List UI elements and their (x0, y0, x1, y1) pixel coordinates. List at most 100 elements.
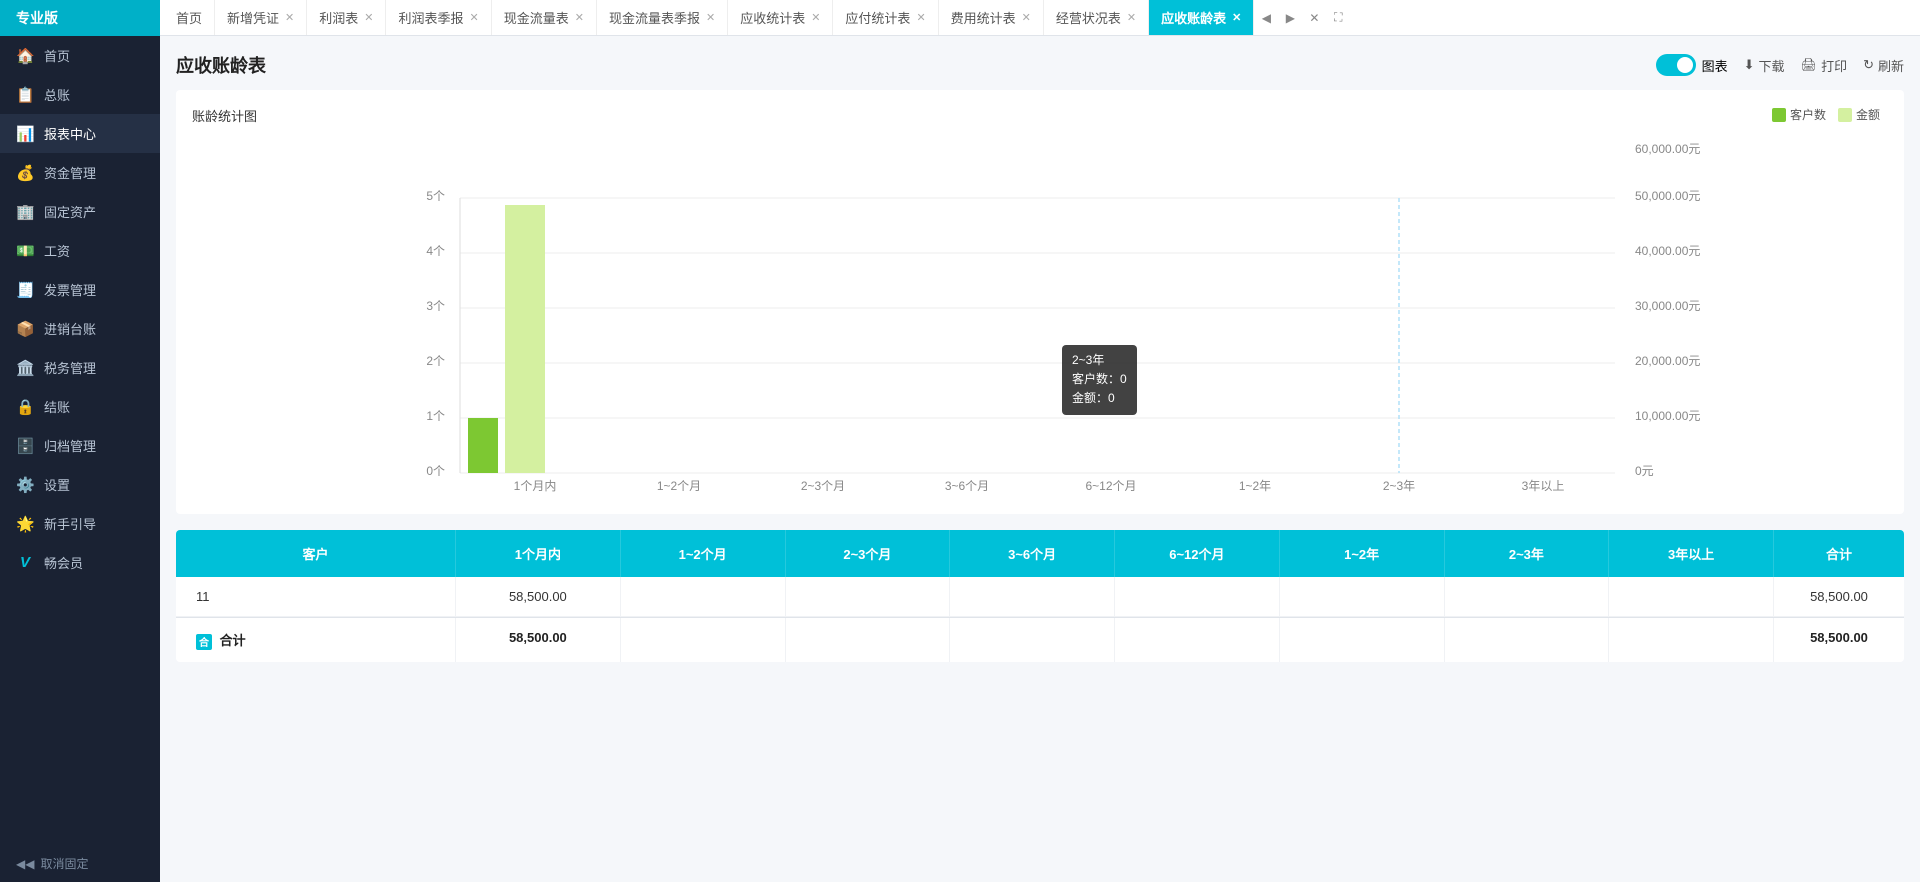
svg-text:1个月内: 1个月内 (514, 479, 557, 493)
legend-amount: 金额 (1838, 106, 1880, 123)
total-icon: 合 (196, 634, 212, 650)
toggle-knob[interactable] (1656, 54, 1696, 76)
main-area: 首页 新增凭证 ✕ 利润表 ✕ 利润表季报 ✕ 现金流量表 ✕ 现金流量表季报 … (160, 0, 1920, 882)
svg-text:3年以上: 3年以上 (1522, 479, 1565, 493)
sidebar-item-close[interactable]: 🔒 结账 (0, 387, 160, 426)
tab-new-voucher[interactable]: 新增凭证 ✕ (215, 0, 307, 36)
sidebar-item-label: 总账 (44, 85, 70, 104)
salary-icon: 💵 (16, 242, 34, 260)
sidebar-item-label: 报表中心 (44, 124, 96, 143)
unpin-button[interactable]: ◀◀ 取消固定 (0, 845, 160, 882)
sidebar-item-home[interactable]: 🏠 首页 (0, 36, 160, 75)
content-area: 应收账龄表 图表 ⬇ 下载 🖨 打印 ↻ 刷新 (160, 36, 1920, 882)
ledger-icon: 📋 (16, 86, 34, 104)
refresh-label: 刷新 (1878, 56, 1904, 75)
tab-close-icon[interactable]: ✕ (364, 11, 373, 24)
total-total: 58,500.00 (1774, 618, 1904, 662)
refresh-button[interactable]: ↻ 刷新 (1863, 56, 1904, 75)
col-header-m12: 1~2个月 (621, 530, 786, 577)
tab-prev-button[interactable]: ◀ (1254, 6, 1278, 30)
sidebar-item-label: 资金管理 (44, 163, 96, 182)
cell-m612 (1115, 577, 1280, 616)
sidebar-item-tax[interactable]: 🏛️ 税务管理 (0, 348, 160, 387)
chart-svg: 0个 1个 2个 3个 4个 5个 0元 10,000.00元 20,000.0… (192, 135, 1888, 495)
tab-close-icon[interactable]: ✕ (470, 11, 479, 24)
sidebar-item-label: 工资 (44, 241, 70, 260)
sidebar-item-funds[interactable]: 💰 资金管理 (0, 153, 160, 192)
sidebar-item-assets[interactable]: 🏢 固定资产 (0, 192, 160, 231)
print-label: 打印 (1821, 56, 1847, 75)
sidebar-item-settings[interactable]: ⚙️ 设置 (0, 465, 160, 504)
svg-text:5个: 5个 (426, 189, 445, 203)
tab-profit-quarterly[interactable]: 利润表季报 ✕ (386, 0, 491, 36)
unpin-label: 取消固定 (40, 855, 88, 872)
tab-close-icon[interactable]: ✕ (1232, 11, 1241, 24)
tab-close-icon[interactable]: ✕ (575, 11, 584, 24)
tab-profit[interactable]: 利润表 ✕ (307, 0, 386, 36)
bar-customers-0 (468, 418, 498, 473)
total-m1: 58,500.00 (456, 618, 621, 662)
chart-title: 账龄统计图 (192, 106, 1888, 125)
header-actions: 图表 ⬇ 下载 🖨 打印 ↻ 刷新 (1656, 54, 1904, 76)
total-label-text: 合计 (220, 633, 246, 648)
sidebar: 专业版 🏠 首页 📋 总账 📊 报表中心 💰 资金管理 🏢 固定资产 💵 工资 … (0, 0, 160, 882)
sidebar-item-label: 结账 (44, 397, 70, 416)
cell-m12 (621, 577, 786, 616)
sidebar-item-invoice[interactable]: 🧾 发票管理 (0, 270, 160, 309)
sidebar-item-guide[interactable]: 🌟 新手引导 (0, 504, 160, 543)
download-button[interactable]: ⬇ 下载 (1744, 56, 1785, 75)
tab-cashflow-quarterly[interactable]: 现金流量表季报 ✕ (597, 0, 728, 36)
download-label: 下载 (1759, 56, 1785, 75)
legend-amount-dot (1838, 108, 1852, 122)
tab-payable-stats[interactable]: 应付统计表 ✕ (833, 0, 938, 36)
svg-text:1~2年: 1~2年 (1239, 479, 1271, 493)
legend-amount-label: 金额 (1856, 106, 1880, 123)
svg-text:2~3年: 2~3年 (1383, 479, 1415, 493)
legend-customers: 客户数 (1772, 106, 1826, 123)
tab-bar: 首页 新增凭证 ✕ 利润表 ✕ 利润表季报 ✕ 现金流量表 ✕ 现金流量表季报 … (160, 0, 1920, 36)
cell-total: 58,500.00 (1774, 577, 1904, 616)
sidebar-item-sales[interactable]: 📦 进销台账 (0, 309, 160, 348)
tab-close-icon[interactable]: ✕ (1022, 11, 1031, 24)
tab-expand-button[interactable]: ⛶ (1326, 6, 1350, 30)
tab-cashflow[interactable]: 现金流量表 ✕ (492, 0, 597, 36)
tab-close-icon[interactable]: ✕ (1127, 11, 1136, 24)
tab-receivable-stats[interactable]: 应收统计表 ✕ (728, 0, 833, 36)
tab-next-button[interactable]: ▶ (1278, 6, 1302, 30)
guide-icon: 🌟 (16, 515, 34, 533)
tab-close-icon[interactable]: ✕ (811, 11, 820, 24)
col-header-m612: 6~12个月 (1115, 530, 1280, 577)
sidebar-item-reports[interactable]: 📊 报表中心 (0, 114, 160, 153)
cell-m1: 58,500.00 (456, 577, 621, 616)
print-button[interactable]: 🖨 打印 (1801, 56, 1848, 75)
sidebar-item-archive[interactable]: 🗄️ 归档管理 (0, 426, 160, 465)
col-header-customer: 客户 (176, 530, 456, 577)
sidebar-item-label: 畅会员 (44, 553, 83, 572)
sidebar-item-ledger[interactable]: 📋 总账 (0, 75, 160, 114)
sidebar-item-salary[interactable]: 💵 工资 (0, 231, 160, 270)
tab-expense-stats[interactable]: 费用统计表 ✕ (939, 0, 1044, 36)
tab-close-icon[interactable]: ✕ (916, 11, 925, 24)
svg-text:1~2个月: 1~2个月 (657, 479, 701, 493)
total-m36 (950, 618, 1115, 662)
svg-text:2~3个月: 2~3个月 (801, 479, 845, 493)
bar-amount-0 (505, 205, 545, 473)
svg-text:40,000.00元: 40,000.00元 (1635, 244, 1700, 258)
sidebar-item-member[interactable]: V 畅会员 (0, 543, 160, 582)
settings-icon: ⚙️ (16, 476, 34, 494)
tab-close-all-button[interactable]: ✕ (1302, 6, 1326, 30)
total-m12 (621, 618, 786, 662)
tab-home[interactable]: 首页 (164, 0, 215, 36)
page-header: 应收账龄表 图表 ⬇ 下载 🖨 打印 ↻ 刷新 (176, 52, 1904, 78)
tab-receivable-aging[interactable]: 应收账龄表 ✕ (1149, 0, 1254, 36)
chart-toggle[interactable]: 图表 (1656, 54, 1728, 76)
svg-text:20,000.00元: 20,000.00元 (1635, 354, 1700, 368)
tab-business-status[interactable]: 经营状况表 ✕ (1044, 0, 1149, 36)
funds-icon: 💰 (16, 164, 34, 182)
svg-text:6~12个月: 6~12个月 (1085, 479, 1136, 493)
total-y3plus (1609, 618, 1774, 662)
total-m23 (786, 618, 951, 662)
close-ledger-icon: 🔒 (16, 398, 34, 416)
tab-close-icon[interactable]: ✕ (706, 11, 715, 24)
tab-close-icon[interactable]: ✕ (285, 11, 294, 24)
